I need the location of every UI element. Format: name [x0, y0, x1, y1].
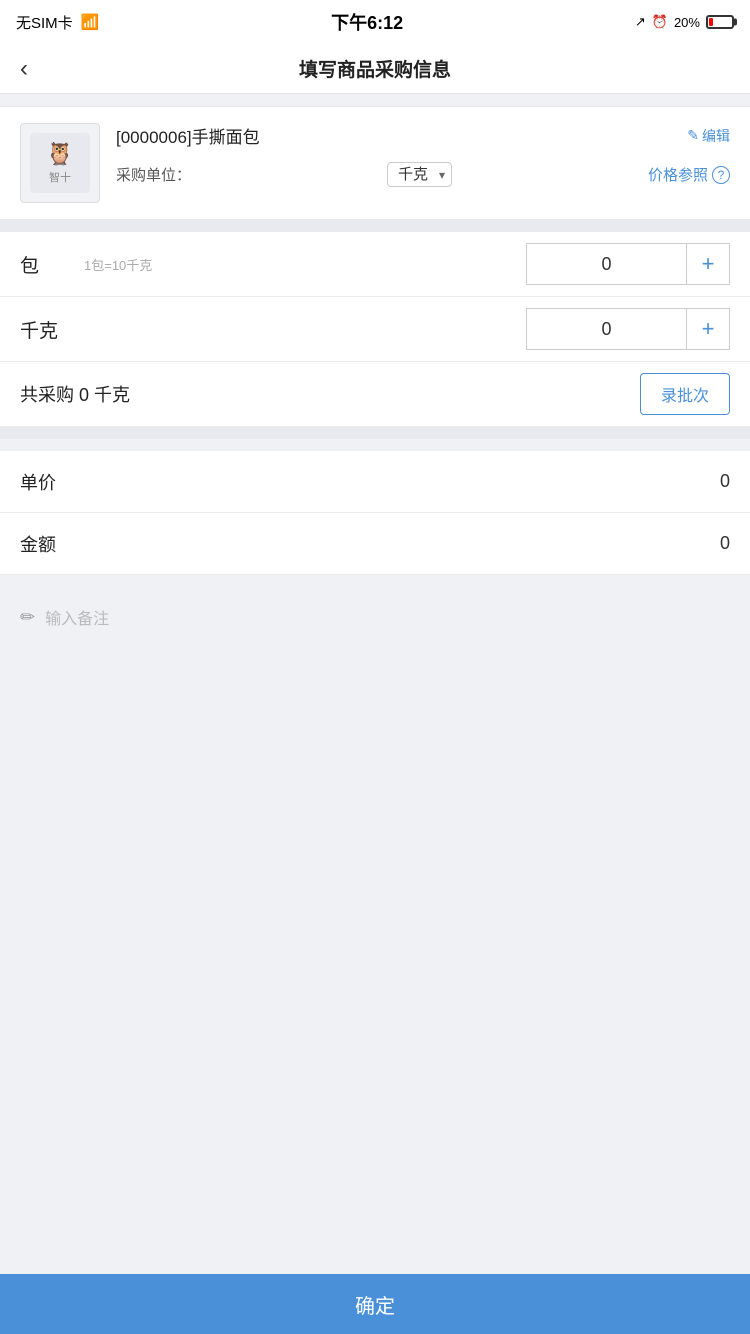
product-logo: 🦉 智十 [30, 133, 90, 193]
amount-label: 金额 [20, 531, 56, 557]
product-thumbnail: 🦉 智十 [20, 123, 100, 203]
wifi-icon: 📶 [81, 13, 100, 31]
bag-label: 包 [20, 251, 80, 278]
alarm-icon: ⏰ [652, 14, 668, 30]
page-title: 填写商品采购信息 [299, 55, 451, 82]
kg-label: 千克 [20, 316, 80, 343]
summary-text: 共采购 0 千克 [20, 381, 130, 407]
pencil-icon: ✏ [20, 607, 35, 628]
notes-section[interactable]: ✏ 输入备注 [0, 587, 750, 667]
edit-button[interactable]: ✎ 编辑 [687, 126, 730, 146]
unit-price-label: 单价 [20, 469, 56, 495]
product-info: [0000006]手撕面包 ✎ 编辑 采购单位： 千克 包 价格参照 ? [116, 123, 730, 187]
product-name-row: [0000006]手撕面包 ✎ 编辑 [116, 123, 730, 148]
product-name: [0000006]手撕面包 [116, 123, 260, 148]
price-ref-button[interactable]: 价格参照 ? [648, 164, 730, 185]
status-left: 无SIM卡 📶 [16, 12, 99, 33]
unit-price-value: 0 [720, 471, 730, 492]
battery-icon [706, 15, 734, 29]
kg-quantity-input[interactable] [526, 308, 686, 350]
kg-input-row: 千克 + [0, 297, 750, 362]
bag-input-right: + [526, 243, 730, 285]
bag-plus-button[interactable]: + [686, 243, 730, 285]
section-divider-1 [0, 220, 750, 232]
kg-plus-button[interactable]: + [686, 308, 730, 350]
input-section: 包 1包=10千克 + 千克 + [0, 232, 750, 362]
unit-label: 采购单位： [116, 164, 191, 185]
location-icon: ↗ [635, 14, 646, 30]
unit-select-wrap[interactable]: 千克 包 [387, 162, 452, 187]
battery-percent: 20% [674, 15, 700, 30]
amount-row: 金额 0 [0, 513, 750, 575]
status-bar: 无SIM卡 📶 下午6:12 ↗ ⏰ 20% [0, 0, 750, 44]
confirm-label: 确定 [355, 1290, 395, 1319]
bottom-space [0, 667, 750, 867]
bag-input-row: 包 1包=10千克 + [0, 232, 750, 297]
confirm-bar[interactable]: 确定 [0, 1274, 750, 1334]
bag-sublabel: 1包=10千克 [84, 255, 152, 274]
edit-icon: ✎ [687, 127, 699, 144]
back-button[interactable]: ‹ [20, 57, 28, 81]
price-ref-help-icon: ? [712, 166, 730, 184]
nav-bar: ‹ 填写商品采购信息 [0, 44, 750, 94]
owl-icon: 🦉 [46, 141, 73, 167]
section-divider-2 [0, 427, 750, 439]
bag-quantity-input[interactable] [526, 243, 686, 285]
batch-button[interactable]: 录批次 [640, 373, 730, 415]
status-right: ↗ ⏰ 20% [635, 14, 734, 30]
unit-select[interactable]: 千克 包 [387, 162, 452, 187]
notes-placeholder: 输入备注 [45, 605, 109, 629]
unit-row: 采购单位： 千克 包 价格参照 ? [116, 162, 730, 187]
unit-price-row: 单价 0 [0, 451, 750, 513]
carrier-label: 无SIM卡 [16, 12, 73, 33]
amount-value: 0 [720, 533, 730, 554]
logo-text: 智十 [49, 169, 71, 185]
time-display: 下午6:12 [331, 9, 403, 35]
summary-row: 共采购 0 千克 录批次 [0, 362, 750, 427]
kg-input-right: + [526, 308, 730, 350]
product-card: 🦉 智十 [0000006]手撕面包 ✎ 编辑 采购单位： 千克 包 价格参照 [0, 106, 750, 220]
price-section: 单价 0 金额 0 [0, 451, 750, 575]
